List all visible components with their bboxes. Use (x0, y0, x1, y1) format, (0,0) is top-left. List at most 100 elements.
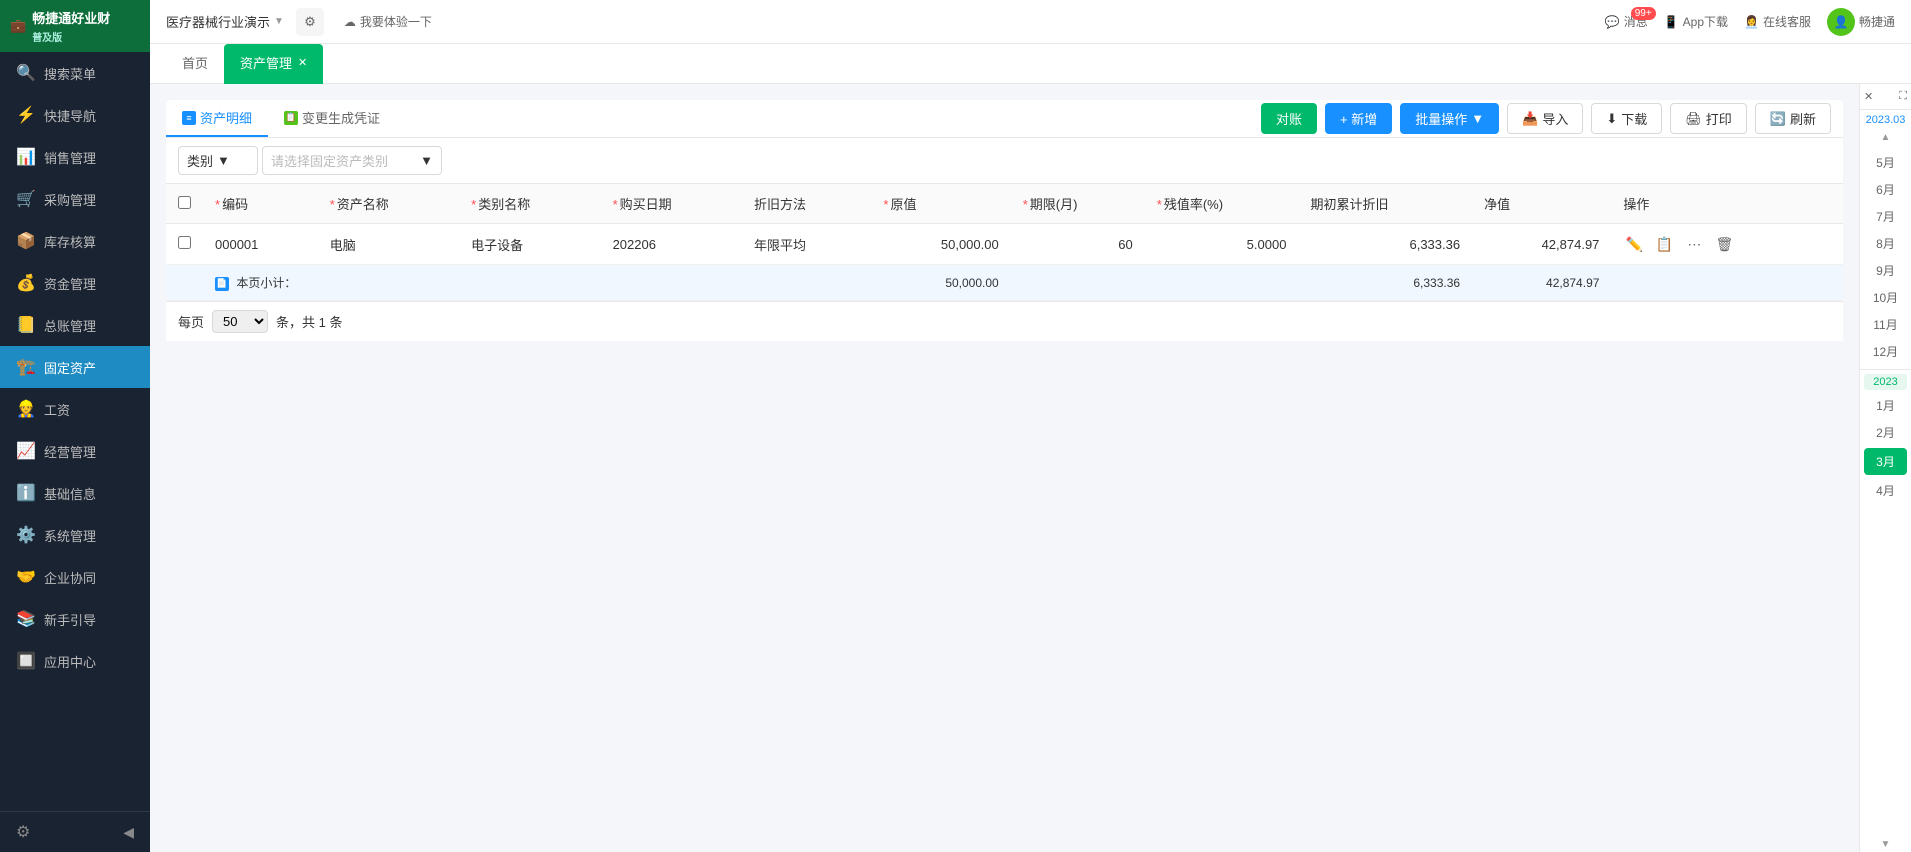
inventory-icon: 📦 (16, 231, 36, 251)
timeline-month-7[interactable]: 7月 (1860, 203, 1911, 230)
experience-btn[interactable]: ☁ 我要体验一下 (344, 13, 432, 30)
sidebar-item-app-center[interactable]: 🔲 应用中心 (0, 640, 150, 682)
timeline-month-6[interactable]: 6月 (1860, 176, 1911, 203)
tab-asset-mgmt-close[interactable]: ✕ (298, 56, 307, 69)
sidebar-label-sales: 销售管理 (44, 148, 96, 167)
subtotal-icon: 📄 (215, 277, 229, 291)
col-depreciation-method: 折旧方法 (742, 184, 871, 224)
cooperation-icon: 🤝 (16, 567, 36, 587)
new-btn[interactable]: + 新增 (1325, 103, 1392, 134)
category-value-arrow: ▼ (420, 153, 433, 168)
sidebar-item-guide[interactable]: 📚 新手引导 (0, 598, 150, 640)
sub-tab-change-voucher-label: 变更生成凭证 (302, 108, 380, 127)
sidebar-label-app-center: 应用中心 (44, 652, 96, 671)
settings-icon: ⚙ (304, 14, 316, 30)
col-name: *资产名称 (318, 184, 459, 224)
message-btn[interactable]: 💬 消息 99+ (1605, 13, 1648, 30)
sidebar-item-basic-info[interactable]: ℹ️ 基础信息 (0, 472, 150, 514)
timeline-scroll-up[interactable]: ▲ (1881, 132, 1891, 143)
sidebar-item-sales[interactable]: 📊 销售管理 (0, 136, 150, 178)
sidebar-item-funds[interactable]: 💰 资金管理 (0, 262, 150, 304)
more-btn[interactable]: ⋯ (1683, 233, 1705, 255)
main-area: 医疗器械行业演示 ▼ ⚙ ☁ 我要体验一下 💬 消息 99+ 📱 App下载 👩… (150, 0, 1911, 852)
service-btn[interactable]: 👩‍💼 在线客服 (1744, 13, 1811, 30)
timeline-month-4[interactable]: 4月 (1860, 477, 1911, 504)
export-btn[interactable]: 📥 导入 (1507, 103, 1583, 134)
batch-btn[interactable]: 批量操作 ▼ (1400, 103, 1499, 134)
category-value-select[interactable]: 请选择固定资产类别 ▼ (262, 146, 442, 175)
timeline-scroll-down[interactable]: ▼ (1881, 839, 1891, 850)
sidebar-item-inventory[interactable]: 📦 库存核算 (0, 220, 150, 262)
row-code: 000001 (203, 224, 318, 265)
timeline-month-5[interactable]: 5月 (1860, 149, 1911, 176)
delete-btn[interactable]: 🗑 (1713, 233, 1735, 255)
pagination: 每页 50 100 200 条，共 1 条 (166, 301, 1843, 341)
sidebar-item-purchase[interactable]: 🛒 采购管理 (0, 178, 150, 220)
category-type-select[interactable]: 类别 ▼ (178, 146, 258, 175)
sidebar-item-cooperation[interactable]: 🤝 企业协同 (0, 556, 150, 598)
sidebar-label-operations: 经营管理 (44, 442, 96, 461)
user-menu[interactable]: 👤 畅捷通 (1827, 8, 1895, 36)
subtotal-net-value: 42,874.97 (1472, 265, 1611, 301)
sidebar-item-payroll[interactable]: 👷 工资 (0, 388, 150, 430)
refresh-label: 刷新 (1790, 109, 1816, 128)
fixed-assets-icon: 🏗️ (16, 357, 36, 377)
app-download-btn[interactable]: 📱 App下载 (1664, 13, 1728, 30)
content-area: ≡ 资产明细 📋 变更生成凭证 对账 + 新增 批量操作 ▼ 📥 (150, 84, 1911, 852)
timeline-month-8[interactable]: 8月 (1860, 230, 1911, 257)
account-btn[interactable]: 对账 (1261, 103, 1317, 134)
sidebar-item-quicknav[interactable]: ⚡ 快捷导航 (0, 94, 150, 136)
col-period: *期限(月) (1011, 184, 1145, 224)
sidebar-menu: 🔍 搜索菜单 ⚡ 快捷导航 📊 销售管理 🛒 采购管理 📦 库存核算 💰 资金管… (0, 52, 150, 811)
download-btn[interactable]: ⬇ 下载 (1591, 103, 1662, 134)
timeline-month-1[interactable]: 1月 (1860, 392, 1911, 419)
panel-expand-btn[interactable]: ⛶ (1899, 90, 1907, 103)
timeline-month-3-current[interactable]: 3月 (1864, 448, 1907, 475)
row-checkbox[interactable] (178, 236, 191, 249)
subtotal-original-value: 50,000.00 (871, 265, 1010, 301)
tab-home[interactable]: 首页 (166, 44, 224, 84)
settings-footer-icon[interactable]: ⚙ (16, 822, 30, 842)
subtotal-label: 本页小计： (236, 276, 296, 290)
tab-home-label: 首页 (182, 53, 208, 72)
copy-btn[interactable]: 📋 (1653, 233, 1675, 255)
timeline-month-11[interactable]: 11月 (1860, 311, 1911, 338)
print-label: 打印 (1706, 109, 1732, 128)
service-icon: 👩‍💼 (1744, 15, 1759, 29)
assets-table: *编码 *资产名称 *类别名称 *购买日期 折旧方法 *原值 *期限(月) *残… (166, 184, 1843, 301)
sidebar-item-search[interactable]: 🔍 搜索菜单 (0, 52, 150, 94)
col-code: *编码 (203, 184, 318, 224)
timeline-month-10[interactable]: 10月 (1860, 284, 1911, 311)
timeline-month-12[interactable]: 12月 (1860, 338, 1911, 365)
sidebar-item-fixed-assets[interactable]: 🏗️ 固定资产 (0, 346, 150, 388)
asset-detail-tab-icon: ≡ (182, 111, 196, 125)
right-panel: ✕ ⛶ 2023.03 ▲ 5月 6月 7月 8月 9月 10月 11月 12月… (1859, 84, 1911, 852)
select-all-checkbox[interactable] (178, 196, 191, 209)
collapse-btn[interactable]: ◀ (123, 824, 134, 841)
sidebar-item-system[interactable]: ⚙️ 系统管理 (0, 514, 150, 556)
print-btn[interactable]: 🖨 打印 (1670, 103, 1747, 134)
per-page-select[interactable]: 50 100 200 (212, 310, 268, 333)
company-selector[interactable]: 医疗器械行业演示 ▼ (166, 12, 284, 31)
topbar-settings-btn[interactable]: ⚙ (296, 8, 324, 36)
edit-btn[interactable]: ✏️ (1623, 233, 1645, 255)
timeline-month-2[interactable]: 2月 (1860, 419, 1911, 446)
sidebar-item-operations[interactable]: 📈 经营管理 (0, 430, 150, 472)
sub-tab-change-voucher[interactable]: 📋 变更生成凭证 (268, 100, 396, 137)
sidebar-item-ledger[interactable]: 📒 总账管理 (0, 304, 150, 346)
payroll-icon: 👷 (16, 399, 36, 419)
panel-close-btn[interactable]: ✕ (1864, 90, 1873, 103)
col-purchase-date: *购买日期 (601, 184, 742, 224)
sidebar-label-payroll: 工资 (44, 400, 70, 419)
sub-tab-asset-detail[interactable]: ≡ 资产明细 (166, 100, 268, 137)
refresh-btn[interactable]: 🔄 刷新 (1755, 103, 1831, 134)
col-residual-rate: *残值率(%) (1145, 184, 1299, 224)
row-residual-rate: 5.0000 (1145, 224, 1299, 265)
row-purchase-date: 202206 (601, 224, 742, 265)
message-badge: 99+ (1631, 7, 1656, 20)
sidebar-label-funds: 资金管理 (44, 274, 96, 293)
timeline-year-label: 2023.03 (1860, 110, 1911, 130)
timeline-month-9[interactable]: 9月 (1860, 257, 1911, 284)
tab-asset-mgmt[interactable]: 资产管理 ✕ (224, 44, 323, 84)
subtotal-row: 📄 本页小计： 50,000.00 6,333.36 42,874.97 (166, 265, 1843, 301)
